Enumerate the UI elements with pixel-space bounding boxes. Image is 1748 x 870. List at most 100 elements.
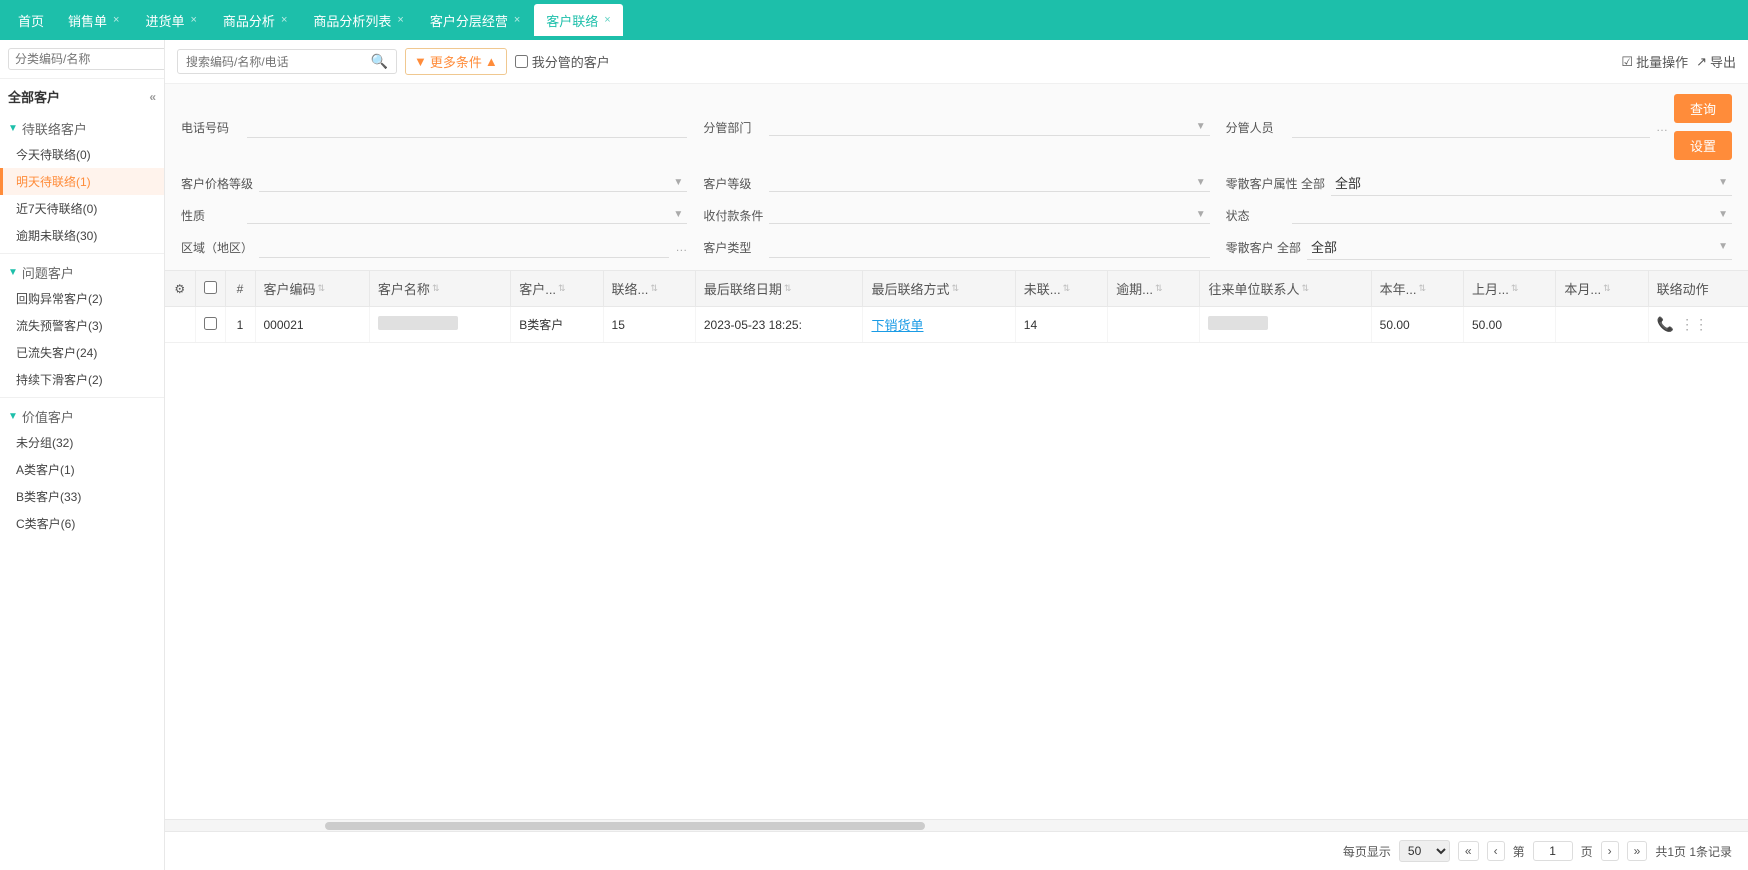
my-customers-checkbox-label[interactable]: 我分管的客户 xyxy=(515,52,610,71)
filter-dept-select[interactable]: ▼ xyxy=(769,118,1209,136)
chevron-up-icon: ▲ xyxy=(485,54,498,69)
nav-tab-customer-contact[interactable]: 客户联络 × xyxy=(534,4,622,36)
col-header-contact-person[interactable]: 往来单位联系人 ⇅ xyxy=(1200,271,1371,307)
nav-tab-analysis[interactable]: 商品分析 × xyxy=(211,4,299,36)
collapse-icon[interactable]: « xyxy=(149,90,156,104)
row-checkbox[interactable] xyxy=(204,317,217,330)
filter-icon: ▼ xyxy=(414,54,427,69)
more-filter-button[interactable]: ▼ 更多条件 ▲ xyxy=(405,48,507,75)
col-header-last-method[interactable]: 最后联络方式 ⇅ xyxy=(863,271,1015,307)
col-header-contact[interactable]: 联络... ⇅ xyxy=(603,271,695,307)
filter-payment: 收付款条件 ▼ xyxy=(703,206,1209,224)
col-header-type[interactable]: 客户... ⇅ xyxy=(511,271,603,307)
sort-icon-code: ⇅ xyxy=(318,283,326,294)
col-header-this-month[interactable]: 本月... ⇅ xyxy=(1556,271,1648,307)
filter-person-input[interactable] xyxy=(1292,117,1650,138)
filter-retail-customer-select[interactable]: 全部 ▼ xyxy=(1307,234,1732,260)
sort-icon-uncontacted: ⇅ xyxy=(1063,283,1071,294)
sidebar-search-input[interactable] xyxy=(8,48,165,70)
close-analysis-tab[interactable]: × xyxy=(281,14,287,26)
filter-payment-select[interactable]: ▼ xyxy=(769,206,1209,224)
close-customer-tier-tab[interactable]: × xyxy=(514,14,520,26)
close-purchase-tab[interactable]: × xyxy=(190,14,196,26)
export-button[interactable]: ↗ 导出 xyxy=(1696,52,1736,71)
sidebar-item-ungraded[interactable]: 未分组(32) xyxy=(0,429,164,456)
row-check[interactable] xyxy=(195,307,225,343)
filter-actions: ☑ 批量操作 ↗ 导出 xyxy=(1621,52,1736,71)
sidebar-item-repurchase-abnormal[interactable]: 回购异常客户(2) xyxy=(0,285,164,312)
col-header-this-year[interactable]: 本年... ⇅ xyxy=(1371,271,1463,307)
horizontal-scrollbar[interactable] xyxy=(165,819,1748,831)
filter-retail-customer-label: 零散客户 全部 xyxy=(1226,239,1301,256)
chevron-down-icon-7: ▼ xyxy=(1718,209,1728,220)
close-analysis-list-tab[interactable]: × xyxy=(397,14,403,26)
chevron-down-icon: ▼ xyxy=(1196,121,1206,132)
query-button[interactable]: 查询 xyxy=(1674,94,1732,123)
close-customer-contact-tab[interactable]: × xyxy=(604,14,610,26)
per-page-select[interactable]: 50 100 200 xyxy=(1399,840,1450,862)
per-page-label: 每页显示 xyxy=(1343,843,1391,860)
nav-tab-analysis-list[interactable]: 商品分析列表 × xyxy=(301,4,415,36)
filter-person-more[interactable]: … xyxy=(1656,120,1668,134)
filter-phone-input[interactable] xyxy=(247,117,687,138)
filter-status-select[interactable]: ▼ xyxy=(1292,206,1732,224)
nav-tab-customer-tier[interactable]: 客户分层经营 × xyxy=(418,4,532,36)
row-last-contact-method[interactable]: 下销货单 xyxy=(863,307,1015,343)
prev-page-button[interactable]: ‹ xyxy=(1487,841,1505,861)
filter-retail-attr-select[interactable]: 全部 ▼ xyxy=(1331,170,1732,196)
col-header-code[interactable]: 客户编码 ⇅ xyxy=(255,271,369,307)
col-header-uncontacted[interactable]: 未联... ⇅ xyxy=(1015,271,1107,307)
batch-ops-button[interactable]: ☑ 批量操作 xyxy=(1621,52,1688,71)
col-header-num: # xyxy=(225,271,255,307)
customer-table: ⚙ # 客户编码 ⇅ 客户名称 ⇅ xyxy=(165,271,1748,343)
last-contact-link[interactable]: 下销货单 xyxy=(871,318,923,333)
next-page-button[interactable]: › xyxy=(1601,841,1619,861)
last-page-button[interactable]: » xyxy=(1627,841,1648,861)
col-header-last-date[interactable]: 最后联络日期 ⇅ xyxy=(695,271,863,307)
sidebar-item-churn-warning[interactable]: 流失预警客户(3) xyxy=(0,312,164,339)
sidebar-item-7days[interactable]: 近7天待联络(0) xyxy=(0,195,164,222)
row-contact-count: 15 xyxy=(603,307,695,343)
filter-customer-level-select[interactable]: ▼ xyxy=(769,174,1209,192)
scrollbar-thumb[interactable] xyxy=(325,822,925,830)
filter-region-more[interactable]: … xyxy=(675,240,687,254)
filter-price-level-label: 客户价格等级 xyxy=(181,175,253,192)
sidebar-item-class-b[interactable]: B类客户(33) xyxy=(0,483,164,510)
table-header-row: ⚙ # 客户编码 ⇅ 客户名称 ⇅ xyxy=(165,271,1748,307)
col-header-name[interactable]: 客户名称 ⇅ xyxy=(369,271,510,307)
sidebar-item-class-a[interactable]: A类客户(1) xyxy=(0,456,164,483)
sidebar-item-declining[interactable]: 持续下滑客户(2) xyxy=(0,366,164,393)
sidebar-item-today[interactable]: 今天待联络(0) xyxy=(0,141,164,168)
filter-customer-type-input[interactable] xyxy=(769,237,1209,258)
filter-price-level-select[interactable]: ▼ xyxy=(259,174,687,192)
first-page-button[interactable]: « xyxy=(1458,841,1479,861)
action-phone-icon[interactable]: 📞 xyxy=(1657,316,1674,333)
main-search-icon[interactable]: 🔍 xyxy=(371,53,388,70)
select-all-checkbox[interactable] xyxy=(204,281,217,294)
sidebar-item-overdue[interactable]: 逾期未联络(30) xyxy=(0,222,164,249)
nav-tab-purchase[interactable]: 进货单 × xyxy=(133,4,208,36)
close-sales-tab[interactable]: × xyxy=(113,14,119,26)
contact-person-blurred xyxy=(1208,316,1268,330)
filter-region-input[interactable] xyxy=(259,237,669,258)
sidebar-item-tomorrow[interactable]: 明天待联络(1) xyxy=(0,168,164,195)
col-header-settings[interactable]: ⚙ xyxy=(165,271,195,307)
action-grid-icon[interactable]: ⋮⋮ xyxy=(1680,316,1708,333)
filter-nature-select[interactable]: ▼ xyxy=(247,206,687,224)
settings-button[interactable]: 设置 xyxy=(1674,131,1732,160)
filter-status: 状态 ▼ xyxy=(1226,206,1732,224)
my-customers-checkbox[interactable] xyxy=(515,55,528,68)
nav-home[interactable]: 首页 xyxy=(8,7,54,34)
chevron-down-icon-4: ▼ xyxy=(1718,177,1728,188)
main-search-input[interactable] xyxy=(186,55,367,69)
col-header-overdue[interactable]: 逾期... ⇅ xyxy=(1108,271,1200,307)
col-header-check[interactable] xyxy=(195,271,225,307)
sidebar-group-problem: ▼ 问题客户 xyxy=(0,258,164,285)
sidebar-item-class-c[interactable]: C类客户(6) xyxy=(0,510,164,537)
nav-tab-sales[interactable]: 销售单 × xyxy=(56,4,131,36)
page-number-input[interactable] xyxy=(1533,841,1573,861)
filter-region-label: 区域（地区） xyxy=(181,239,253,256)
sidebar-all-customers[interactable]: 全部客户 « xyxy=(0,79,164,114)
sidebar-item-churned[interactable]: 已流失客户(24) xyxy=(0,339,164,366)
col-header-last-month[interactable]: 上月... ⇅ xyxy=(1464,271,1556,307)
